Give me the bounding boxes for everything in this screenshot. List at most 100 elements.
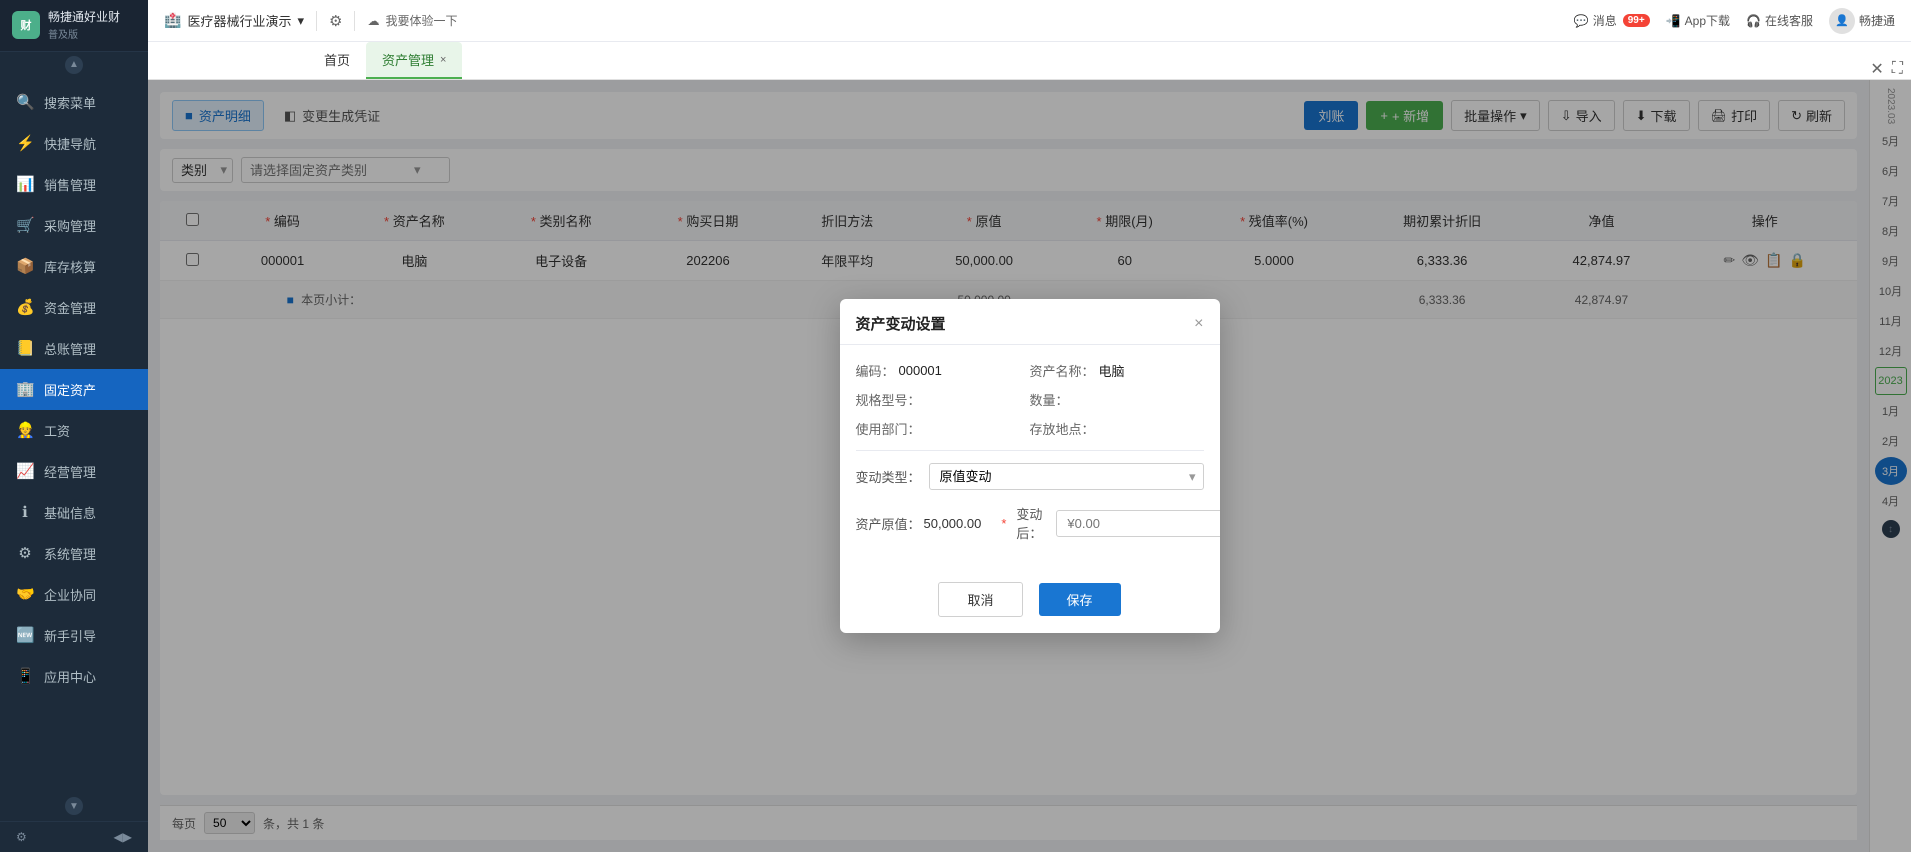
sidebar-item-label: 资金管理	[44, 298, 96, 317]
sidebar-item-sales[interactable]: 📊 销售管理	[0, 164, 148, 205]
user-name: 畅捷通	[1859, 12, 1895, 29]
app-download-btn[interactable]: 📲 App下载	[1666, 12, 1730, 29]
online-service-label: 在线客服	[1765, 12, 1813, 29]
fixed-assets-icon: 🏢	[16, 380, 34, 398]
cooperation-icon: 🤝	[16, 585, 34, 603]
message-badge: 99+	[1623, 14, 1650, 27]
tabs-bar: 首页 资产管理 × ✕ ⛶	[148, 42, 1911, 80]
sidebar-item-system[interactable]: ⚙ 系统管理	[0, 533, 148, 574]
dialog-change-type-label: 变动类型：	[856, 467, 921, 486]
content-area: ■ 资产明细 ◧ 变更生成凭证 刘账 + + 新增 批量操作 ▾	[148, 80, 1911, 852]
dialog-close-icon[interactable]: ×	[1194, 315, 1203, 333]
sidebar-item-app-center[interactable]: 📱 应用中心	[0, 656, 148, 697]
tab-close-window-icon[interactable]: ✕	[1870, 59, 1883, 79]
dialog-header: 资产变动设置 ×	[840, 299, 1220, 345]
dialog-spec-label: 规格型号：	[856, 390, 921, 409]
dialog-info-row-3: 使用部门： 存放地点：	[856, 419, 1204, 438]
sidebar-item-label: 基础信息	[44, 503, 96, 522]
app-logo-icon: 财	[12, 11, 40, 39]
purchase-icon: 🛒	[16, 216, 34, 234]
sidebar-item-label: 快捷导航	[44, 134, 96, 153]
dialog-spec-cell: 规格型号：	[856, 390, 1030, 409]
dialog-value-row: 资产原值： 50,000.00 * 变动后：	[856, 504, 1204, 542]
guide-icon: 🆕	[16, 626, 34, 644]
payroll-icon: 👷	[16, 421, 34, 439]
sidebar-item-label: 搜索菜单	[44, 93, 96, 112]
sidebar-item-quicknav[interactable]: ⚡ 快捷导航	[0, 123, 148, 164]
tab-home[interactable]: 首页	[308, 42, 366, 79]
dialog-quantity-label: 数量：	[1030, 390, 1069, 409]
app-center-icon: 📱	[16, 667, 34, 685]
user-btn[interactable]: 👤 畅捷通	[1829, 8, 1895, 34]
dialog-code-cell: 编码： 000001	[856, 361, 1030, 380]
sidebar-item-payroll[interactable]: 👷 工资	[0, 410, 148, 451]
save-btn[interactable]: 保存	[1039, 583, 1121, 616]
dialog-name-cell: 资产名称： 电脑	[1030, 361, 1204, 380]
dialog-after-label: 变动后：	[1016, 504, 1042, 542]
message-btn[interactable]: 💬 消息 99+	[1574, 12, 1650, 29]
experience-btn[interactable]: ☁ 我要体验一下	[367, 12, 457, 29]
experience-icon: ☁	[367, 14, 379, 28]
asset-change-dialog: 资产变动设置 × 编码： 000001 资产名称： 电脑	[840, 299, 1220, 633]
inventory-icon: 📦	[16, 257, 34, 275]
app-edition: 普及版	[48, 26, 120, 41]
sidebar-item-basic-info[interactable]: ℹ 基础信息	[0, 492, 148, 533]
dialog-name-value: 电脑	[1099, 361, 1125, 380]
tab-label: 资产管理	[382, 50, 434, 69]
sidebar-item-guide[interactable]: 🆕 新手引导	[0, 615, 148, 656]
sidebar-item-funds[interactable]: 💰 资金管理	[0, 287, 148, 328]
dialog-change-type-select[interactable]: 原值变动 数量变动 部门变动	[929, 463, 1204, 490]
company-icon: 🏥	[164, 12, 181, 29]
sidebar-item-label: 总账管理	[44, 339, 96, 358]
sidebar-item-label: 库存核算	[44, 257, 96, 276]
topbar: 🏥 医疗器械行业演示 ▾ ⚙ ☁ 我要体验一下 💬 消息 99+ 📲 App下载…	[148, 0, 1911, 42]
dialog-after-input[interactable]	[1056, 510, 1219, 537]
dialog-body: 编码： 000001 资产名称： 电脑 规格型号：	[840, 345, 1220, 572]
sidebar-item-label: 应用中心	[44, 667, 96, 686]
sidebar-item-purchase[interactable]: 🛒 采购管理	[0, 205, 148, 246]
settings-icon[interactable]: ⚙	[16, 830, 27, 844]
sidebar-item-cooperation[interactable]: 🤝 企业协同	[0, 574, 148, 615]
topbar-divider1	[316, 11, 317, 31]
message-label: 消息	[1593, 12, 1617, 29]
modal-overlay: 资产变动设置 × 编码： 000001 资产名称： 电脑	[148, 80, 1911, 852]
online-service-btn[interactable]: 🎧 在线客服	[1746, 12, 1813, 29]
operations-icon: 📈	[16, 462, 34, 480]
sidebar-item-label: 工资	[44, 421, 70, 440]
company-name: 医疗器械行业演示	[187, 11, 291, 30]
tab-maximize-icon[interactable]: ⛶	[1892, 60, 1903, 78]
cancel-btn[interactable]: 取消	[938, 582, 1022, 617]
dialog-required-star: *	[1001, 516, 1006, 531]
sidebar-item-gl[interactable]: 📒 总账管理	[0, 328, 148, 369]
quicknav-icon: ⚡	[16, 134, 34, 152]
main-area: 🏥 医疗器械行业演示 ▾ ⚙ ☁ 我要体验一下 💬 消息 99+ 📲 App下载…	[148, 0, 1911, 852]
sidebar-scroll-up[interactable]: ▲	[65, 56, 83, 74]
user-avatar: 👤	[1829, 8, 1855, 34]
sidebar-item-operations[interactable]: 📈 经营管理	[0, 451, 148, 492]
dialog-info-row-2: 规格型号： 数量：	[856, 390, 1204, 409]
tab-asset-management[interactable]: 资产管理 ×	[366, 42, 462, 79]
sidebar-scroll-down[interactable]: ▼	[65, 797, 83, 815]
dialog-code-value: 000001	[899, 363, 942, 378]
dialog-dept-cell: 使用部门：	[856, 419, 1030, 438]
sidebar-item-inventory[interactable]: 📦 库存核算	[0, 246, 148, 287]
dialog-location-cell: 存放地点：	[1030, 419, 1204, 438]
topbar-settings-icon[interactable]: ⚙	[329, 12, 342, 30]
basic-info-icon: ℹ	[16, 503, 34, 521]
topbar-divider2	[354, 11, 355, 31]
sidebar-item-search[interactable]: 🔍 搜索菜单	[0, 82, 148, 123]
sidebar: 财 畅捷通好业财 普及版 ▲ 🔍 搜索菜单 ⚡ 快捷导航 📊 销售管理 🛒 采购…	[0, 0, 148, 852]
topbar-right: 💬 消息 99+ 📲 App下载 🎧 在线客服 👤 畅捷通	[1574, 8, 1895, 34]
tab-close-icon[interactable]: ×	[440, 54, 446, 66]
app-branding: 畅捷通好业财 普及版	[48, 10, 120, 41]
gl-icon: 📒	[16, 339, 34, 357]
sidebar-item-fixed-assets[interactable]: 🏢 固定资产	[0, 369, 148, 410]
dialog-location-label: 存放地点：	[1030, 419, 1095, 438]
sidebar-item-label: 固定资产	[44, 380, 96, 399]
sidebar-item-label: 系统管理	[44, 544, 96, 563]
collapse-icon[interactable]: ◀▶	[114, 830, 132, 844]
sidebar-item-label: 企业协同	[44, 585, 96, 604]
dialog-code-label: 编码：	[856, 361, 895, 380]
company-selector[interactable]: 🏥 医疗器械行业演示 ▾	[164, 11, 304, 30]
dialog-footer: 取消 保存	[840, 572, 1220, 633]
